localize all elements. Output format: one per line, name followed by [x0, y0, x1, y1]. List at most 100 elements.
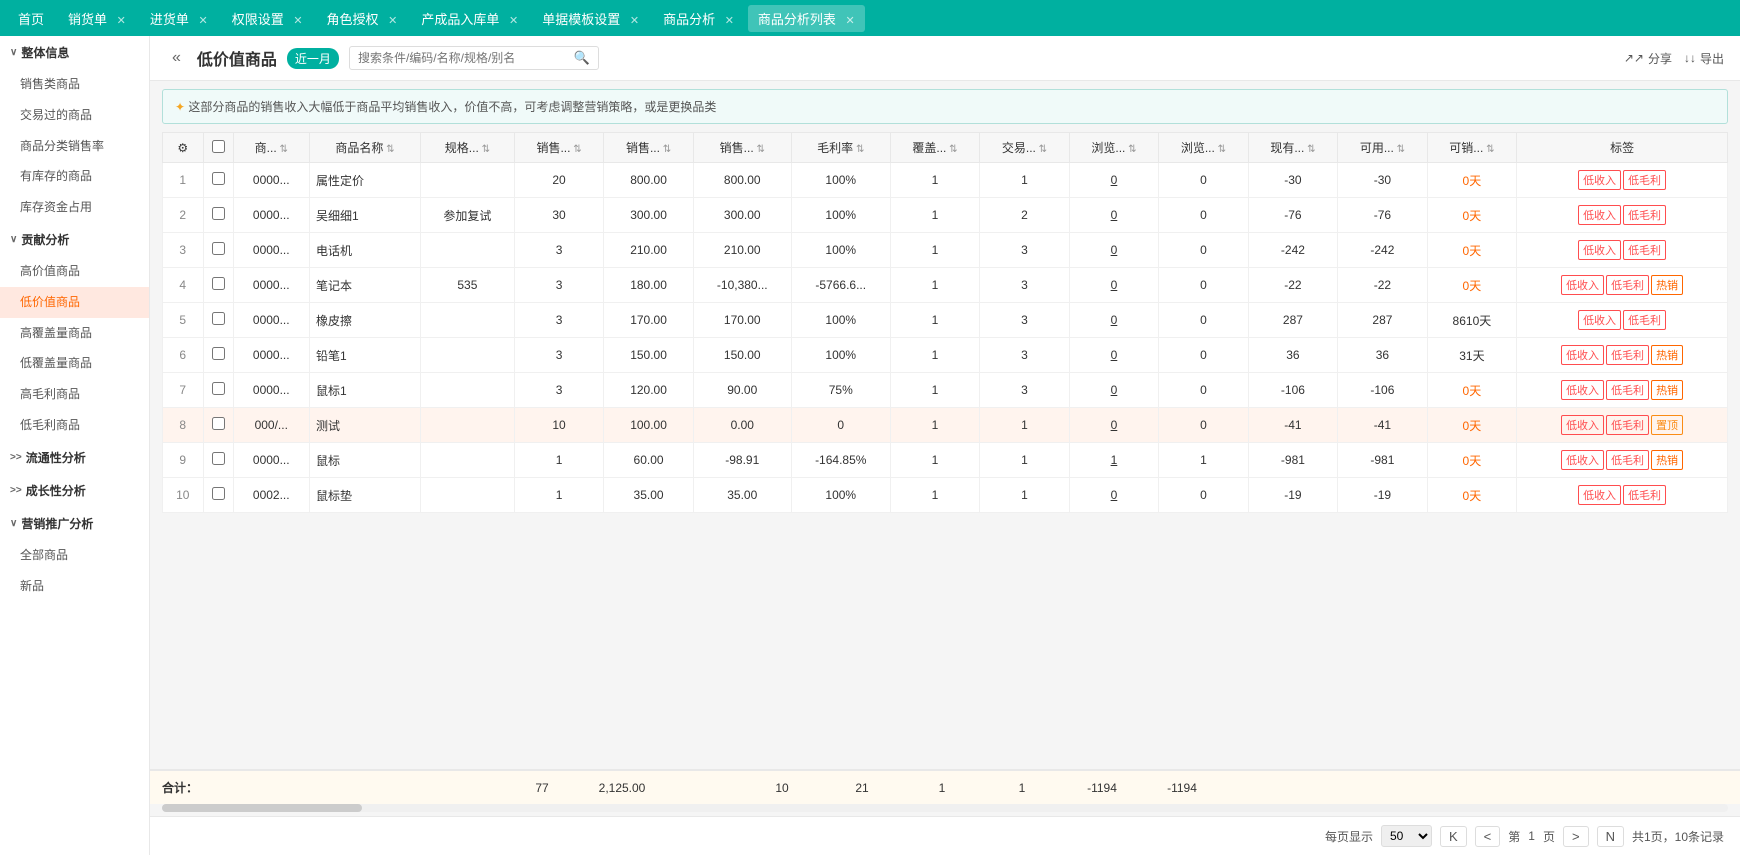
cell-view1[interactable]: 0: [1069, 268, 1158, 303]
sidebar-section-growth[interactable]: > 成长性分析: [0, 474, 149, 507]
col-view1[interactable]: 浏览...: [1069, 133, 1158, 163]
time-badge[interactable]: 近一月: [287, 48, 339, 69]
close-icon[interactable]: ✕: [630, 15, 639, 27]
nav-home[interactable]: 首页: [8, 5, 54, 32]
per-page-select[interactable]: 50 100 200: [1381, 825, 1432, 847]
search-icon[interactable]: [574, 50, 590, 66]
table-wrapper[interactable]: 商... 商品名称 规格... 销售... 销售... 销售... 毛利率 覆盖…: [150, 132, 1740, 769]
sidebar-item-low-coverage[interactable]: 低覆盖量商品: [0, 348, 149, 379]
search-box[interactable]: [349, 46, 599, 70]
close-icon[interactable]: ✕: [846, 15, 855, 27]
col-gear[interactable]: [163, 133, 204, 163]
row-checkbox[interactable]: [212, 312, 225, 325]
cell-checkbox[interactable]: [203, 443, 233, 478]
sidebar-item-new-products[interactable]: 新品: [0, 571, 149, 602]
close-icon[interactable]: ✕: [198, 15, 207, 27]
cell-checkbox[interactable]: [203, 478, 233, 513]
sidebar-item-sales-products[interactable]: 销售类商品: [0, 69, 149, 100]
prev-page-button[interactable]: <: [1475, 826, 1501, 847]
sidebar-item-high-value[interactable]: 高价值商品: [0, 256, 149, 287]
col-trade[interactable]: 交易...: [980, 133, 1069, 163]
col-current[interactable]: 现有...: [1248, 133, 1337, 163]
view1-link[interactable]: 0: [1111, 243, 1118, 257]
share-button[interactable]: ↗ 分享: [1624, 50, 1672, 67]
sidebar-item-stocked-products[interactable]: 有库存的商品: [0, 161, 149, 192]
col-qty[interactable]: 销售...: [514, 133, 603, 163]
close-icon[interactable]: ✕: [509, 15, 518, 27]
col-sellable[interactable]: 可销...: [1427, 133, 1516, 163]
cell-view1[interactable]: 0: [1069, 198, 1158, 233]
col-view2[interactable]: 浏览...: [1159, 133, 1248, 163]
cell-view1[interactable]: 0: [1069, 338, 1158, 373]
col-spec[interactable]: 规格...: [420, 133, 514, 163]
row-checkbox[interactable]: [212, 487, 225, 500]
cell-checkbox[interactable]: [203, 198, 233, 233]
view1-link[interactable]: 0: [1111, 348, 1118, 362]
view1-link[interactable]: 0: [1111, 383, 1118, 397]
sidebar-item-category-rate[interactable]: 商品分类销售率: [0, 131, 149, 162]
sidebar-item-high-coverage[interactable]: 高覆盖量商品: [0, 318, 149, 349]
col-code[interactable]: 商...: [233, 133, 309, 163]
cell-checkbox[interactable]: [203, 373, 233, 408]
row-checkbox[interactable]: [212, 277, 225, 290]
row-checkbox[interactable]: [212, 207, 225, 220]
cell-view1[interactable]: 0: [1069, 163, 1158, 198]
col-margin[interactable]: 毛利率: [791, 133, 890, 163]
sidebar-item-traded-products[interactable]: 交易过的商品: [0, 100, 149, 131]
close-icon[interactable]: ✕: [293, 15, 302, 27]
view1-link[interactable]: 0: [1111, 208, 1118, 222]
close-icon[interactable]: ✕: [388, 15, 397, 27]
nav-purchase-order[interactable]: 进货单 ✕: [140, 5, 218, 32]
sidebar-item-low-value[interactable]: 低价值商品: [0, 287, 149, 318]
cell-view1[interactable]: 1: [1069, 443, 1158, 478]
search-input[interactable]: [358, 51, 568, 65]
view1-link[interactable]: 0: [1111, 278, 1118, 292]
last-page-button[interactable]: N: [1597, 826, 1624, 847]
cell-view1[interactable]: 0: [1069, 233, 1158, 268]
row-checkbox[interactable]: [212, 347, 225, 360]
sidebar-item-all-products[interactable]: 全部商品: [0, 540, 149, 571]
nav-sales-order[interactable]: 销货单 ✕: [58, 5, 136, 32]
cell-checkbox[interactable]: [203, 268, 233, 303]
nav-product-analysis-list[interactable]: 商品分析列表 ✕: [748, 5, 865, 32]
cell-checkbox[interactable]: [203, 303, 233, 338]
col-coverage[interactable]: 覆盖...: [890, 133, 979, 163]
cell-view1[interactable]: 0: [1069, 303, 1158, 338]
nav-product-inbound[interactable]: 产成品入库单 ✕: [411, 5, 528, 32]
row-checkbox[interactable]: [212, 242, 225, 255]
cell-checkbox[interactable]: [203, 163, 233, 198]
nav-template-settings[interactable]: 单据模板设置 ✕: [532, 5, 649, 32]
row-checkbox[interactable]: [212, 172, 225, 185]
view1-link[interactable]: 1: [1111, 453, 1118, 467]
nav-product-analysis[interactable]: 商品分析 ✕: [653, 5, 744, 32]
col-sales[interactable]: 销售...: [693, 133, 791, 163]
nav-permission[interactable]: 权限设置 ✕: [222, 5, 313, 32]
col-checkbox[interactable]: [203, 133, 233, 163]
cell-checkbox[interactable]: [203, 233, 233, 268]
cell-view1[interactable]: 0: [1069, 373, 1158, 408]
gear-icon[interactable]: [177, 141, 188, 155]
export-button[interactable]: ↓ 导出: [1684, 50, 1724, 67]
view1-link[interactable]: 0: [1111, 173, 1118, 187]
horizontal-scrollbar[interactable]: [162, 804, 1728, 812]
collapse-button[interactable]: «: [166, 47, 187, 69]
sidebar-section-liquidity[interactable]: > 流通性分析: [0, 441, 149, 474]
cell-view1[interactable]: 0: [1069, 478, 1158, 513]
scrollbar-thumb[interactable]: [162, 804, 362, 812]
sidebar-item-high-margin[interactable]: 高毛利商品: [0, 379, 149, 410]
nav-role-auth[interactable]: 角色授权 ✕: [317, 5, 408, 32]
sidebar-section-overall[interactable]: 整体信息: [0, 36, 149, 69]
close-icon[interactable]: ✕: [725, 15, 734, 27]
close-icon[interactable]: ✕: [117, 15, 126, 27]
first-page-button[interactable]: K: [1440, 826, 1467, 847]
next-page-button[interactable]: >: [1563, 826, 1589, 847]
sidebar-item-stock-capital[interactable]: 库存资金占用: [0, 192, 149, 223]
select-all-checkbox[interactable]: [212, 140, 225, 153]
col-available[interactable]: 可用...: [1338, 133, 1427, 163]
sidebar-section-marketing[interactable]: 营销推广分析: [0, 507, 149, 540]
cell-view1[interactable]: 0: [1069, 408, 1158, 443]
col-price[interactable]: 销售...: [604, 133, 693, 163]
view1-link[interactable]: 0: [1111, 418, 1118, 432]
row-checkbox[interactable]: [212, 452, 225, 465]
sidebar-section-contribution[interactable]: 贡献分析: [0, 223, 149, 256]
